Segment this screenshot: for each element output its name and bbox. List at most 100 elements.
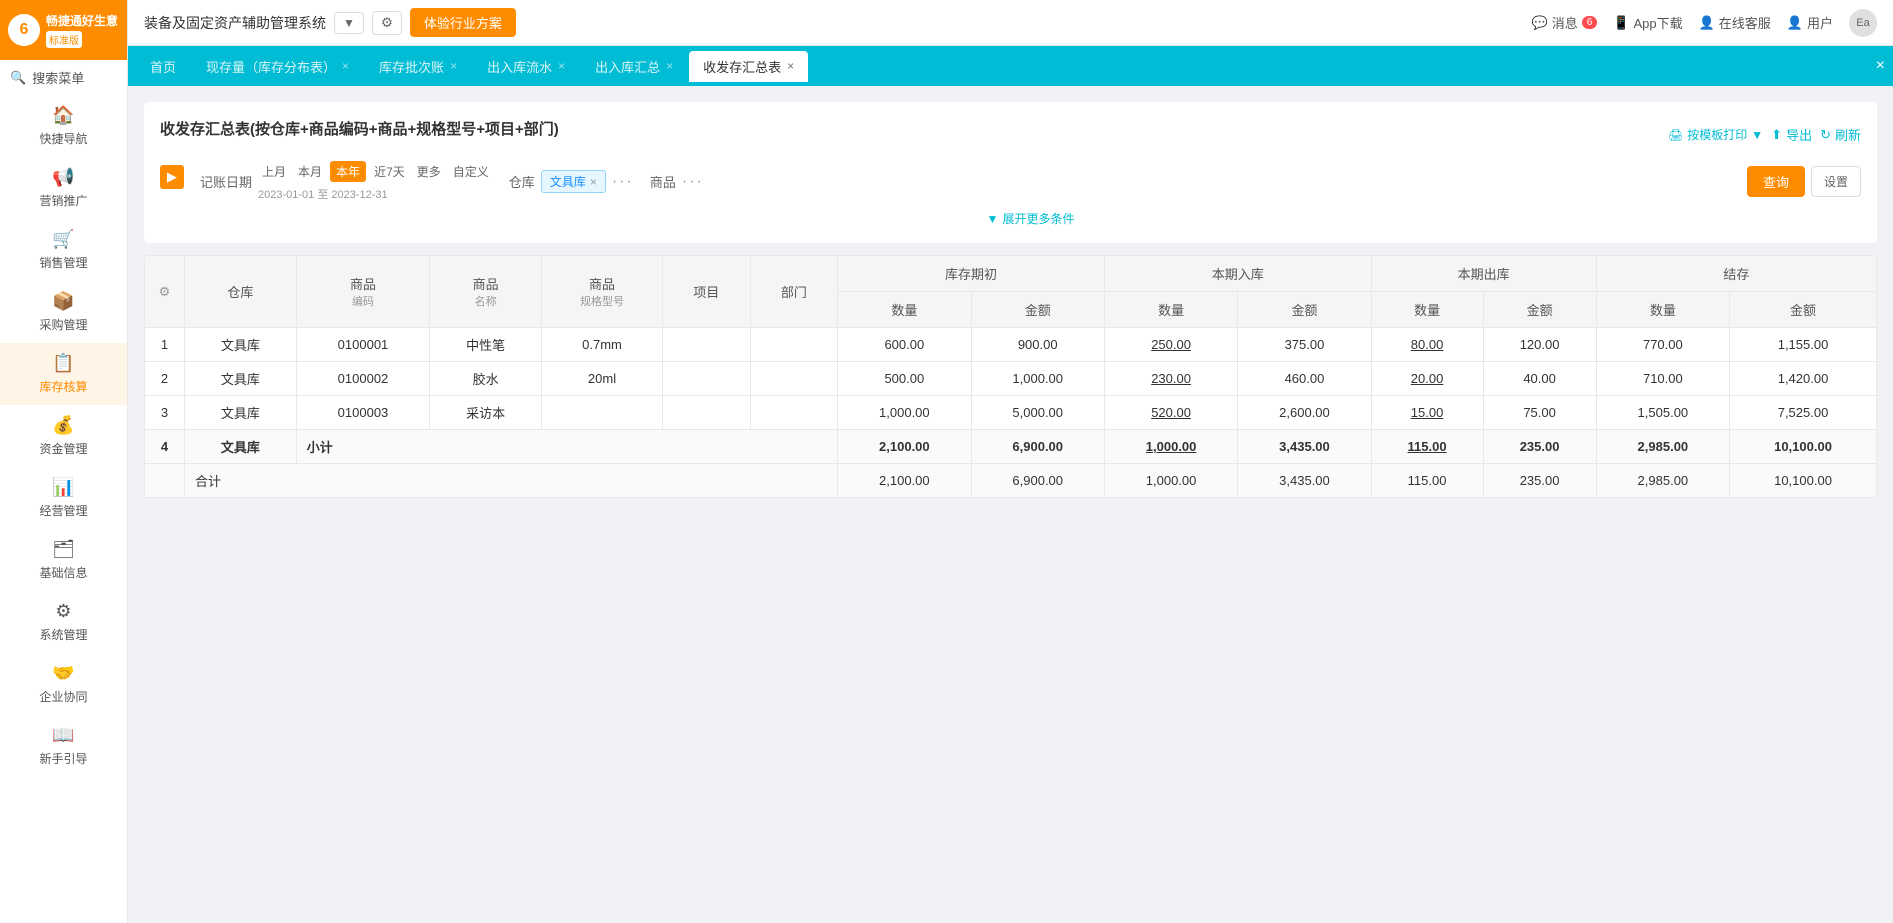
sidebar-item-marketing[interactable]: 📢 营销推广 bbox=[0, 157, 127, 219]
subtotal-row: 4 文具库 小计 2,100.00 6,900.00 1,000.00 3,43… bbox=[145, 430, 1877, 464]
th-opening-qty: 数量 bbox=[838, 292, 971, 328]
online-service-item[interactable]: 👤 在线客服 bbox=[1699, 13, 1771, 32]
row-warehouse: 文具库 bbox=[185, 396, 297, 430]
row-out-amt: 120.00 bbox=[1483, 328, 1596, 362]
date-btn-this-month[interactable]: 本月 bbox=[294, 161, 326, 182]
enterprise-icon: 🤝 bbox=[52, 663, 74, 684]
tab-home[interactable]: 首页 bbox=[136, 51, 190, 82]
header-actions: 🖨 按模板打印 ▼ ⬆ 导出 ↻ 刷新 bbox=[1668, 125, 1861, 144]
row-out-qty[interactable]: 80.00 bbox=[1371, 328, 1483, 362]
app-download-label: App下载 bbox=[1633, 13, 1682, 32]
sidebar-item-label: 销售管理 bbox=[39, 254, 87, 271]
footer-row: 合计 2,100.00 6,900.00 1,000.00 3,435.00 1… bbox=[145, 464, 1877, 498]
user-item[interactable]: 👤 用户 bbox=[1787, 13, 1833, 32]
date-btn-more[interactable]: 更多 bbox=[413, 161, 445, 182]
expand-conditions-btn[interactable]: ▼ 展开更多条件 bbox=[987, 210, 1075, 227]
date-btn-last-month[interactable]: 上月 bbox=[258, 161, 290, 182]
user-avatar[interactable]: Ea bbox=[1849, 9, 1877, 37]
th-project: 项目 bbox=[663, 256, 751, 328]
export-icon: ⬆ bbox=[1771, 127, 1782, 143]
trial-button[interactable]: 体验行业方案 bbox=[410, 8, 516, 37]
page-settings-button[interactable]: 设置 bbox=[1811, 166, 1861, 197]
sidebar-item-operations[interactable]: 📊 经营管理 bbox=[0, 467, 127, 529]
sidebar-item-label: 基础信息 bbox=[39, 564, 87, 581]
refresh-button[interactable]: ↻ 刷新 bbox=[1820, 125, 1861, 144]
tab-close-batch[interactable]: × bbox=[450, 59, 457, 73]
export-button[interactable]: ⬆ 导出 bbox=[1771, 125, 1812, 144]
sidebar: 6 畅捷通好生意 标准版 🔍 搜索菜单 🏠 快捷导航 📢 营销推广 🛒 销售管理… bbox=[0, 0, 128, 923]
tab-collect-summary[interactable]: 收发存汇总表 × bbox=[689, 51, 808, 82]
tab-in-out-summary[interactable]: 出入库汇总 × bbox=[581, 51, 687, 82]
print-button[interactable]: 🖨 按模板打印 ▼ bbox=[1668, 126, 1763, 143]
sidebar-item-enterprise[interactable]: 🤝 企业协同 bbox=[0, 653, 127, 715]
main-area: 装备及固定资产辅助管理系统 装备及固定资产辅助管理系统▼ ⚙ 体验行业方案 💬 … bbox=[128, 0, 1893, 923]
sidebar-item-label: 快捷导航 bbox=[39, 130, 87, 147]
date-btn-custom[interactable]: 自定义 bbox=[449, 161, 493, 182]
tab-close-in-out-flow[interactable]: × bbox=[558, 59, 565, 73]
sub-opening-amt: 6,900.00 bbox=[971, 430, 1104, 464]
row-out-qty[interactable]: 15.00 bbox=[1371, 396, 1483, 430]
sidebar-item-guide[interactable]: 📖 新手引导 bbox=[0, 715, 127, 777]
row-in-amt: 375.00 bbox=[1238, 328, 1371, 362]
sidebar-item-purchase[interactable]: 📦 采购管理 bbox=[0, 281, 127, 343]
row-closing-qty: 710.00 bbox=[1596, 362, 1729, 396]
tab-in-out-flow[interactable]: 出入库流水 × bbox=[473, 51, 579, 82]
filter-collapse-btn[interactable]: ▶ bbox=[160, 165, 184, 189]
date-label: 记账日期 bbox=[200, 172, 252, 191]
message-item[interactable]: 💬 消息 6 bbox=[1532, 13, 1598, 32]
warehouse-tag-remove[interactable]: × bbox=[590, 175, 597, 189]
sub-opening-qty: 2,100.00 bbox=[838, 430, 971, 464]
query-button[interactable]: 查询 bbox=[1747, 166, 1805, 197]
sidebar-item-finance[interactable]: 💰 资金管理 bbox=[0, 405, 127, 467]
query-buttons: 查询 设置 bbox=[1747, 166, 1861, 197]
th-group-opening: 库存期初 bbox=[838, 256, 1105, 292]
logo-text: 畅捷通好生意 bbox=[46, 12, 118, 29]
settings-gear-button[interactable]: ⚙ bbox=[372, 11, 402, 35]
row-in-qty[interactable]: 250.00 bbox=[1104, 328, 1237, 362]
row-out-qty[interactable]: 20.00 bbox=[1371, 362, 1483, 396]
tab-bar-close-all[interactable]: × bbox=[1876, 57, 1885, 75]
row-department bbox=[750, 396, 838, 430]
footer-opening-amt: 6,900.00 bbox=[971, 464, 1104, 498]
row-name: 采访本 bbox=[430, 396, 542, 430]
service-icon: 👤 bbox=[1699, 15, 1715, 31]
table-row: 2 文具库 0100002 胶水 20ml 500.00 1,000.00 23… bbox=[145, 362, 1877, 396]
sidebar-item-basic-info[interactable]: 🗂 基础信息 bbox=[0, 529, 127, 591]
row-in-qty[interactable]: 520.00 bbox=[1104, 396, 1237, 430]
footer-out-amt: 235.00 bbox=[1483, 464, 1596, 498]
search-menu[interactable]: 🔍 搜索菜单 bbox=[0, 60, 127, 95]
sub-out-qty[interactable]: 115.00 bbox=[1371, 430, 1483, 464]
filter-area: 记账日期 上月 本月 本年 近7天 更多 自定义 20 bbox=[200, 161, 1861, 227]
date-btn-this-year[interactable]: 本年 bbox=[330, 161, 366, 182]
sidebar-item-quick-nav[interactable]: 🏠 快捷导航 bbox=[0, 95, 127, 157]
tab-close-in-out-summary[interactable]: × bbox=[666, 59, 673, 73]
row-project bbox=[663, 328, 751, 362]
th-settings[interactable]: ⚙ bbox=[145, 256, 185, 328]
app-download-item[interactable]: 📱 App下载 bbox=[1613, 13, 1682, 32]
sidebar-item-inventory[interactable]: 📋 库存核算 bbox=[0, 343, 127, 405]
warehouse-label: 仓库 bbox=[509, 172, 535, 191]
user-label: 用户 bbox=[1807, 13, 1833, 32]
sub-closing-qty: 2,985.00 bbox=[1596, 430, 1729, 464]
row-in-qty[interactable]: 230.00 bbox=[1104, 362, 1237, 396]
tab-batch[interactable]: 库存批次账 × bbox=[365, 51, 471, 82]
sidebar-item-sales[interactable]: 🛒 销售管理 bbox=[0, 219, 127, 281]
date-btn-7days[interactable]: 近7天 bbox=[370, 161, 409, 182]
table-row: 1 文具库 0100001 中性笔 0.7mm 600.00 900.00 25… bbox=[145, 328, 1877, 362]
table-gear-icon[interactable]: ⚙ bbox=[159, 284, 171, 299]
goods-more-btn[interactable]: ··· bbox=[682, 173, 704, 191]
header-right: 💬 消息 6 📱 App下载 👤 在线客服 👤 用户 Ea bbox=[1532, 9, 1878, 37]
sidebar-item-label: 系统管理 bbox=[39, 626, 87, 643]
system-dropdown-button[interactable]: 装备及固定资产辅助管理系统▼ bbox=[334, 12, 364, 34]
tab-stock-dist[interactable]: 现存量（库存分布表） × bbox=[192, 51, 363, 82]
sub-in-qty[interactable]: 1,000.00 bbox=[1104, 430, 1237, 464]
tab-close-collect-summary[interactable]: × bbox=[787, 59, 794, 73]
warehouse-more-btn[interactable]: ··· bbox=[612, 173, 634, 191]
tab-close-stock-dist[interactable]: × bbox=[342, 59, 349, 73]
row-closing-amt: 1,155.00 bbox=[1730, 328, 1877, 362]
sidebar-item-label: 企业协同 bbox=[39, 688, 87, 705]
footer-closing-amt: 10,100.00 bbox=[1730, 464, 1877, 498]
expand-icon: ▼ bbox=[987, 212, 999, 226]
sidebar-item-system[interactable]: ⚙ 系统管理 bbox=[0, 591, 127, 653]
row-warehouse: 文具库 bbox=[185, 362, 297, 396]
